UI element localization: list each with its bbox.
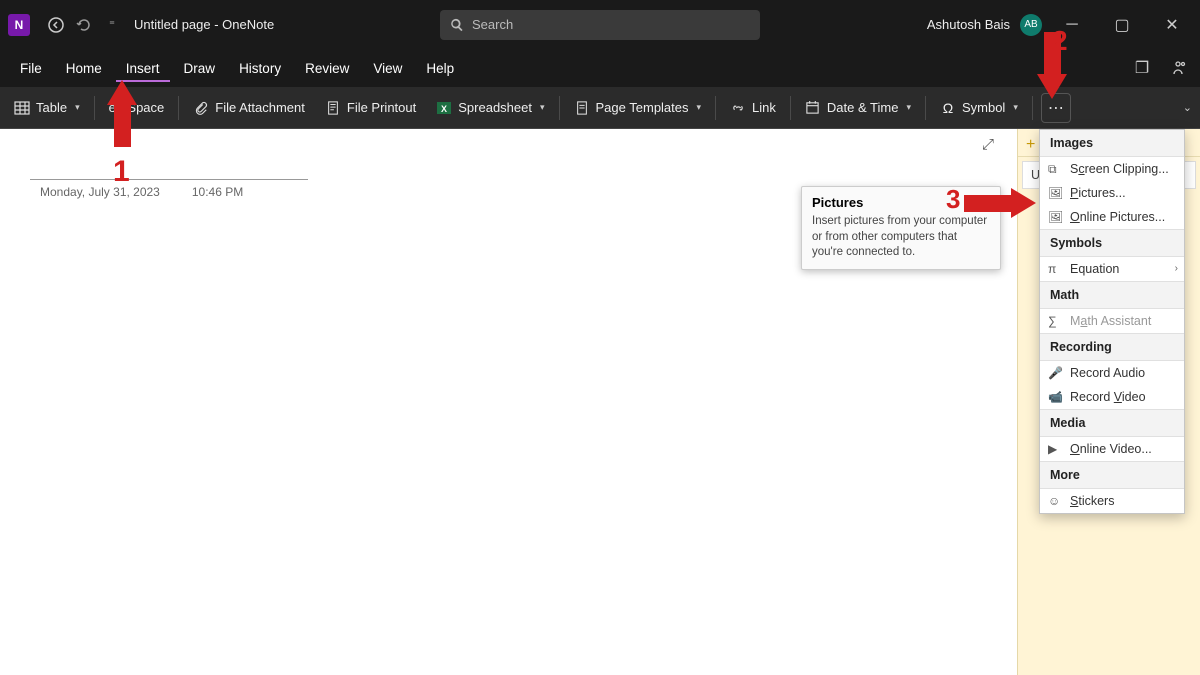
page-title: Untitled page - OneNote [134,17,274,32]
dd-header-symbols: Symbols [1040,230,1184,257]
file-printout-button[interactable]: File Printout [315,92,426,124]
sticker-icon: ☺ [1048,494,1062,508]
ribbon-insert: Table▾ ert Space File Attachment File Pr… [0,87,1200,129]
expand-panel-icon[interactable]: ⤢ [982,136,994,153]
file-attachment-button[interactable]: File Attachment [183,92,315,124]
link-button[interactable]: Link [720,92,786,124]
pictures-icon: 🖼 [1048,186,1062,200]
undo-button[interactable] [70,11,98,39]
omega-icon: Ω [940,100,956,116]
menu-home[interactable]: Home [56,55,112,82]
dd-online-pictures[interactable]: 🖼Online Pictures... [1040,205,1184,229]
insert-overflow-menu: Images ⧉Screen Clipping... 🖼Pictures... … [1039,129,1185,514]
calendar-icon [805,100,821,116]
titlebar: N ⁼ Untitled page - OneNote Search Ashut… [0,0,1200,49]
link-icon [730,100,746,116]
tooltip-title: Pictures [812,195,990,210]
online-pictures-icon: 🖼 [1048,210,1062,224]
onenote-app-icon: N [8,14,30,36]
page-date-stamp: Monday, July 31, 202310:46 PM [40,185,243,199]
pictures-tooltip: Pictures Insert pictures from your compu… [801,186,1001,270]
online-video-icon: ▶ [1048,442,1062,456]
insert-space-button[interactable]: ert Space [99,92,175,124]
menubar: File Home Insert Draw History Review Vie… [0,49,1200,87]
plus-icon: + [1026,136,1040,150]
printout-icon [325,100,341,116]
dd-stickers[interactable]: ☺Stickers [1040,489,1184,513]
search-box[interactable]: Search [440,10,760,40]
dd-header-recording: Recording [1040,334,1184,361]
menu-draw[interactable]: Draw [174,55,226,82]
share-icon[interactable] [1166,56,1190,80]
avatar[interactable]: AB [1020,14,1042,36]
template-icon [574,100,590,116]
dd-math-assistant: ∑Math Assistant [1040,309,1184,333]
pi-icon: π [1048,262,1062,276]
dd-record-video[interactable]: 📹Record Video [1040,385,1184,409]
symbol-button[interactable]: Ω Symbol▾ [930,92,1028,124]
back-button[interactable] [42,11,70,39]
dd-record-audio[interactable]: 🎤Record Audio [1040,361,1184,385]
date-time-button[interactable]: Date & Time▾ [795,92,921,124]
table-icon [14,100,30,116]
dd-equation[interactable]: πEquation› [1040,257,1184,281]
customize-qat-button[interactable]: ⁼ [98,11,126,39]
menu-review[interactable]: Review [295,55,359,82]
account-name[interactable]: Ashutosh Bais [927,17,1010,32]
tooltip-body: Insert pictures from your computer or fr… [812,214,990,261]
dd-header-images: Images [1040,130,1184,157]
math-icon: ∑ [1048,314,1062,328]
spreadsheet-button[interactable]: X Spreadsheet▾ [426,92,554,124]
close-button[interactable]: ✕ [1152,11,1192,39]
audio-icon: 🎤 [1048,366,1062,380]
dd-header-math: Math [1040,282,1184,309]
dd-online-video[interactable]: ▶Online Video... [1040,437,1184,461]
table-button[interactable]: Table▾ [4,92,90,124]
maximize-button[interactable]: ▢ [1102,11,1142,39]
menu-history[interactable]: History [229,55,291,82]
fullscreen-mode-icon[interactable]: ❐ [1130,56,1154,80]
dd-header-more: More [1040,462,1184,489]
paperclip-icon [193,100,209,116]
menu-insert[interactable]: Insert [116,55,170,82]
menu-help[interactable]: Help [416,55,464,82]
dd-screen-clipping[interactable]: ⧉Screen Clipping... [1040,157,1184,181]
dd-header-media: Media [1040,410,1184,437]
search-placeholder: Search [472,17,513,32]
screen-clipping-icon: ⧉ [1048,162,1062,176]
minimize-button[interactable]: ─ [1052,11,1092,39]
ribbon-more-button[interactable]: ⋯ [1041,93,1071,123]
dd-pictures[interactable]: 🖼Pictures... [1040,181,1184,205]
search-icon [450,18,464,32]
svg-text:X: X [441,104,447,114]
excel-icon: X [436,100,452,116]
collapse-ribbon-icon[interactable]: ⌄ [1183,101,1192,114]
menu-file[interactable]: File [10,55,52,82]
menu-view[interactable]: View [363,55,412,82]
page-templates-button[interactable]: Page Templates▾ [564,92,712,124]
video-icon: 📹 [1048,390,1062,404]
